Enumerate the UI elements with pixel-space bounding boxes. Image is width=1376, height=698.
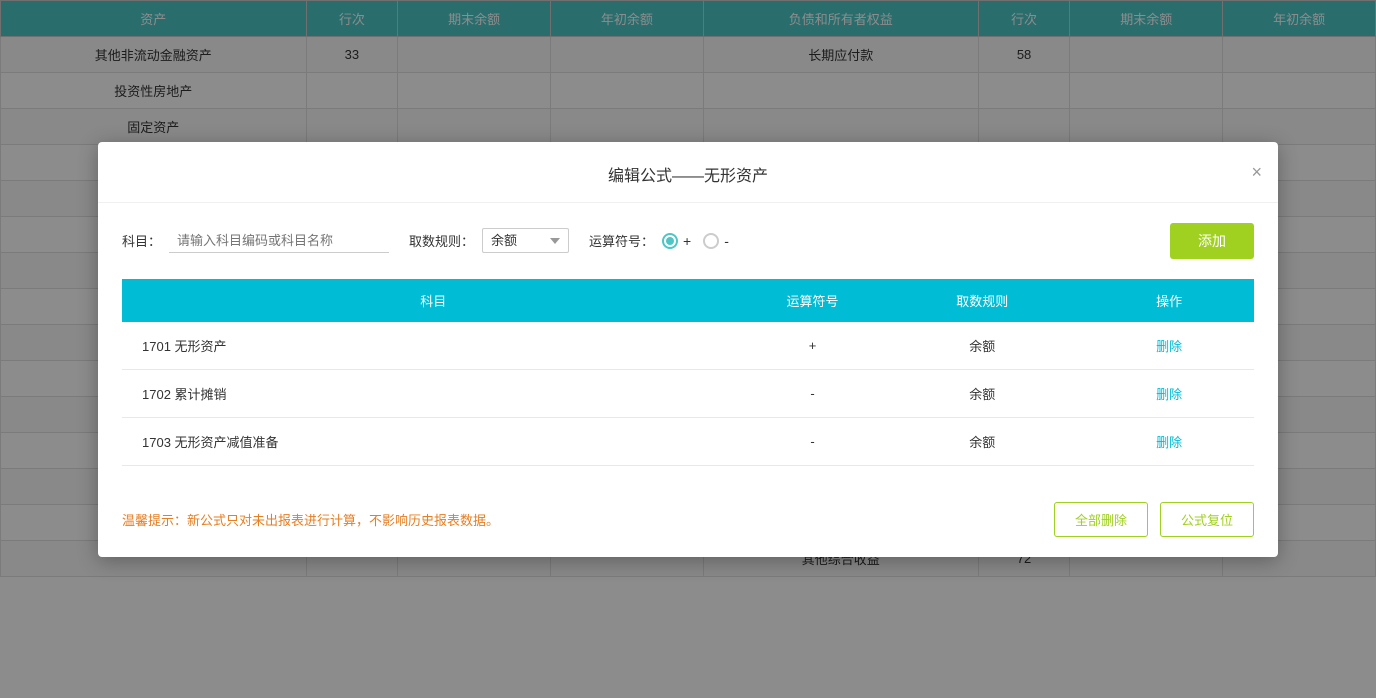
formula-subject: 1701 无形资产 [122,322,745,370]
formula-action: 删除 [1084,369,1254,417]
subject-field: 科目： [122,229,389,253]
th-action: 操作 [1084,279,1254,322]
modal-body: 科目： 取数规则： 余额 借方 贷方 借方累计 贷方累计 [98,203,1278,486]
modal-close-button[interactable]: × [1251,163,1262,181]
radio-minus-circle[interactable] [703,233,719,249]
formula-subject: 1702 累计摊销 [122,369,745,417]
th-operator: 运算符号 [745,279,881,322]
subject-input[interactable] [169,229,389,253]
delete-all-button[interactable]: 全部删除 [1054,502,1148,537]
rule-select[interactable]: 余额 借方 贷方 借方累计 贷方累计 [482,228,569,253]
formula-subject: 1703 无形资产减值准备 [122,417,745,465]
rule-select-wrap: 余额 借方 贷方 借方累计 贷方累计 [482,228,569,253]
th-subject: 科目 [122,279,745,322]
formula-action: 删除 [1084,322,1254,370]
delete-row-button[interactable]: 删除 [1156,432,1182,451]
formula-row: 1702 累计摊销-余额 删除 [122,369,1254,417]
modal-footer: 温馨提示：新公式只对未出报表进行计算，不影响历史报表数据。 全部删除 公式复位 [98,486,1278,557]
footer-buttons: 全部删除 公式复位 [1054,502,1254,537]
radio-plus-circle[interactable] [662,233,678,249]
modal-title: 编辑公式——无形资产 [608,168,768,185]
formula-rule: 余额 [880,417,1084,465]
rule-field: 取数规则： 余额 借方 贷方 借方累计 贷方累计 [409,228,569,253]
modal-overlay: 编辑公式——无形资产 × 科目： 取数规则： 余额 借方 [0,0,1376,698]
operator-field: 运算符号： + - [589,231,729,250]
subject-label: 科目： [122,231,161,250]
th-rule: 取数规则 [880,279,1084,322]
formula-rule: 余额 [880,322,1084,370]
radio-group: + - [662,233,729,249]
form-row: 科目： 取数规则： 余额 借方 贷方 借方累计 贷方累计 [122,223,1254,259]
rule-label: 取数规则： [409,231,474,250]
radio-plus[interactable]: + [662,233,691,249]
formula-row: 1703 无形资产减值准备-余额 删除 [122,417,1254,465]
formula-rule: 余额 [880,369,1084,417]
modal-dialog: 编辑公式——无形资产 × 科目： 取数规则： 余额 借方 [98,142,1278,557]
modal-header: 编辑公式——无形资产 × [98,142,1278,203]
formula-row: 1701 无形资产+余额 删除 [122,322,1254,370]
operator-label: 运算符号： [589,231,654,250]
reset-formula-button[interactable]: 公式复位 [1160,502,1254,537]
delete-row-button[interactable]: 删除 [1156,336,1182,355]
delete-row-button[interactable]: 删除 [1156,384,1182,403]
formula-action: 删除 [1084,417,1254,465]
formula-operator: + [745,322,881,370]
add-button[interactable]: 添加 [1170,223,1254,259]
radio-minus[interactable]: - [703,233,729,249]
footer-hint: 温馨提示：新公式只对未出报表进行计算，不影响历史报表数据。 [122,510,499,529]
radio-minus-label: - [724,233,729,249]
formula-operator: - [745,369,881,417]
formula-operator: - [745,417,881,465]
radio-plus-label: + [683,233,691,249]
formula-table: 科目 运算符号 取数规则 操作 1701 无形资产+余额删除1702 累计摊销-… [122,279,1254,466]
